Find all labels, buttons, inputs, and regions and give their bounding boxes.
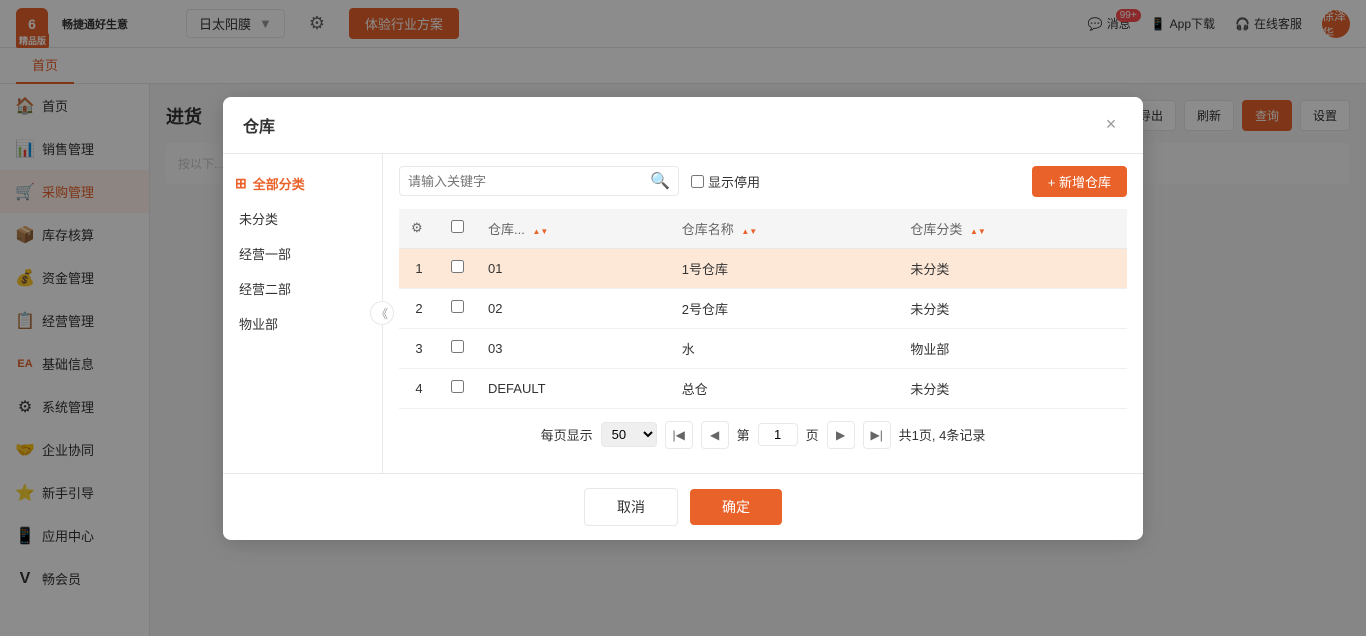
next-page-button[interactable]: ▶ <box>827 421 855 449</box>
row-name: 水 <box>670 328 899 368</box>
first-page-button[interactable]: |◀ <box>665 421 693 449</box>
th-name[interactable]: 仓库名称 ▲▼ <box>670 209 899 249</box>
table-area: 🔍 显示停用 + 新增仓库 ⚙ <box>383 154 1143 473</box>
th-settings[interactable]: ⚙ <box>399 209 439 249</box>
modal-header: 仓库 × <box>223 97 1143 154</box>
row-name: 总仓 <box>670 368 899 408</box>
grid-icon: ⊞ <box>235 175 247 192</box>
category-header[interactable]: ⊞ 全部分类 <box>223 166 382 201</box>
confirm-button[interactable]: 确定 <box>690 489 782 525</box>
sort-name-icon: ▲▼ <box>741 228 757 236</box>
pagination: 每页显示 50 100 |◀ ◀ 第 页 ▶ ▶| 共1页, 4条记录 <box>399 409 1127 461</box>
modal-footer: 取消 确定 <box>223 473 1143 540</box>
th-code[interactable]: 仓库... ▲▼ <box>476 209 670 249</box>
page-unit-label: 页 <box>806 425 819 444</box>
modal-title: 仓库 <box>243 113 275 137</box>
row-code: 02 <box>476 288 670 328</box>
row-code: DEFAULT <box>476 368 670 408</box>
page-label: 第 <box>737 425 750 444</box>
page-number-input[interactable] <box>758 423 798 446</box>
row-checkbox[interactable] <box>439 368 476 408</box>
category-item-ops2[interactable]: 经营二部 <box>223 271 382 306</box>
modal-body: ⊞ 全部分类 《 未分类 经营一部 经营二部 物业部 <box>223 154 1143 473</box>
row-category: 未分类 <box>898 248 1127 288</box>
select-all-checkbox[interactable] <box>451 220 464 233</box>
search-input[interactable] <box>408 174 650 189</box>
show-disabled-checkbox[interactable] <box>691 175 704 188</box>
sort-code-icon: ▲▼ <box>532 228 548 236</box>
modal-close-button[interactable]: × <box>1099 113 1123 137</box>
row-num: 1 <box>399 248 439 288</box>
row-num: 4 <box>399 368 439 408</box>
category-sidebar: ⊞ 全部分类 《 未分类 经营一部 经营二部 物业部 <box>223 154 383 473</box>
row-checkbox[interactable] <box>439 328 476 368</box>
row-checkbox[interactable] <box>439 288 476 328</box>
table-row[interactable]: 3 03 水 物业部 <box>399 328 1127 368</box>
row-name: 1号仓库 <box>670 248 899 288</box>
row-num: 2 <box>399 288 439 328</box>
sort-category-icon: ▲▼ <box>970 228 986 236</box>
collapse-button[interactable]: 《 <box>370 301 394 325</box>
prev-page-button[interactable]: ◀ <box>701 421 729 449</box>
category-item-ops1[interactable]: 经营一部 <box>223 236 382 271</box>
modal-overlay: 仓库 × ⊞ 全部分类 《 未分类 经营一部 经营二部 <box>0 0 1366 636</box>
row-category: 未分类 <box>898 368 1127 408</box>
table-row[interactable]: 1 01 1号仓库 未分类 <box>399 248 1127 288</box>
page-size-select[interactable]: 50 100 <box>601 422 657 447</box>
add-warehouse-button[interactable]: + 新增仓库 <box>1032 166 1127 197</box>
table-toolbar: 🔍 显示停用 + 新增仓库 <box>399 166 1127 197</box>
category-item-unclassified[interactable]: 未分类 <box>223 201 382 236</box>
category-item-property[interactable]: 物业部 <box>223 306 382 341</box>
row-checkbox[interactable] <box>439 248 476 288</box>
total-info: 共1页, 4条记录 <box>899 425 986 444</box>
th-category[interactable]: 仓库分类 ▲▼ <box>898 209 1127 249</box>
row-category: 物业部 <box>898 328 1127 368</box>
table-row[interactable]: 4 DEFAULT 总仓 未分类 <box>399 368 1127 408</box>
row-name: 2号仓库 <box>670 288 899 328</box>
row-code: 01 <box>476 248 670 288</box>
row-num: 3 <box>399 328 439 368</box>
cancel-button[interactable]: 取消 <box>584 488 678 526</box>
warehouse-modal: 仓库 × ⊞ 全部分类 《 未分类 经营一部 经营二部 <box>223 97 1143 540</box>
search-icon: 🔍 <box>650 171 670 191</box>
search-input-wrap[interactable]: 🔍 <box>399 166 679 196</box>
per-page-label: 每页显示 <box>541 425 593 444</box>
row-code: 03 <box>476 328 670 368</box>
row-category: 未分类 <box>898 288 1127 328</box>
table-row[interactable]: 2 02 2号仓库 未分类 <box>399 288 1127 328</box>
category-all-label: 全部分类 <box>253 174 305 193</box>
last-page-button[interactable]: ▶| <box>863 421 891 449</box>
show-disabled-label[interactable]: 显示停用 <box>691 172 760 191</box>
th-checkbox[interactable] <box>439 209 476 249</box>
warehouse-table: ⚙ 仓库... ▲▼ 仓库名称 ▲▼ <box>399 209 1127 409</box>
